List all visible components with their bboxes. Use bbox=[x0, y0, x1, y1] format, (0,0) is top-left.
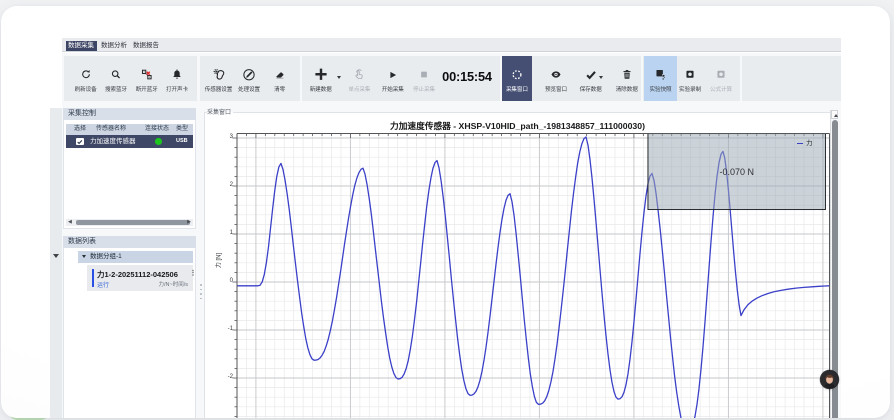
toolbar-button-label: 新建数据 bbox=[302, 87, 340, 94]
column-select: 选择 bbox=[74, 124, 86, 135]
zero-adjust-button[interactable]: 清零 bbox=[265, 56, 295, 101]
toolbar-button-label: 采集窗口 bbox=[498, 87, 536, 94]
sensor-table-row[interactable]: 力加速度传感器 USB bbox=[66, 135, 193, 149]
data-group-row[interactable]: 数据分组-1 bbox=[78, 251, 193, 263]
toolbar-button-label: 预览窗口 bbox=[537, 87, 575, 94]
toolbar-button-label: 公式计算 bbox=[702, 87, 740, 94]
sidebar-collapse-strip[interactable] bbox=[50, 108, 62, 418]
formula-calc-button[interactable]: 公式计算 bbox=[706, 56, 736, 101]
item-menu-icon[interactable]: ⋮ bbox=[190, 269, 197, 277]
preview-window-button[interactable]: 预览窗口 bbox=[541, 56, 571, 101]
vscroll-up-button[interactable] bbox=[831, 110, 838, 119]
bell-icon bbox=[172, 69, 183, 80]
sidebar-collapse-arrow-icon[interactable] bbox=[53, 254, 59, 258]
toolbar-button-label: 打开声卡 bbox=[158, 87, 196, 94]
process-icon bbox=[242, 68, 256, 82]
main-tab-bar: 数据采集数据分析数据报告 bbox=[62, 38, 841, 52]
search-icon bbox=[111, 69, 122, 80]
plus-icon bbox=[313, 67, 328, 82]
column-sensor-name: 传感器名称 bbox=[96, 124, 126, 135]
stop-icon bbox=[421, 71, 428, 78]
hscroll-right-arrow-icon[interactable]: ▶ bbox=[187, 220, 191, 225]
vscroll-up-arrow-icon bbox=[834, 114, 838, 117]
toolbar-button-label: 单点采集 bbox=[340, 87, 378, 94]
data-list-item[interactable]: 力1-2-20251112-042506 ⋮ 运行 力/N~时间/s bbox=[87, 265, 193, 292]
toolbar-button-label: 停止采集 bbox=[405, 87, 443, 94]
marquee-icon bbox=[511, 69, 523, 81]
tab-data-report[interactable]: 数据报告 bbox=[131, 41, 162, 51]
check-icon bbox=[585, 69, 597, 81]
search-bluetooth-button[interactable]: 搜索蓝牙 bbox=[101, 56, 131, 101]
sensor-table-hscrollbar[interactable]: ◀ ▶ bbox=[66, 219, 193, 226]
group-expand-arrow-icon[interactable] bbox=[82, 255, 86, 258]
dropdown-caret-icon[interactable] bbox=[599, 76, 603, 79]
connection-status-dot bbox=[155, 138, 162, 145]
chart-y-axis-label: 力 [N] bbox=[214, 240, 223, 282]
tap-icon bbox=[353, 68, 366, 81]
eraser-icon bbox=[274, 69, 285, 80]
play-icon bbox=[389, 71, 397, 79]
data-item-title: 力1-2-20251112-042506 bbox=[97, 269, 178, 280]
start-acquire-button[interactable]: 开始采集 bbox=[378, 56, 408, 101]
sensor-settings-button[interactable]: 传感器设置 bbox=[204, 56, 234, 101]
stop-acquire-button[interactable]: 停止采集 bbox=[409, 56, 439, 101]
acquisition-timer: 00:15:54 bbox=[441, 69, 493, 84]
snapshot-icon bbox=[654, 68, 667, 81]
sensor-type: USB bbox=[176, 135, 188, 149]
cursor-value-readout: -0.070 N bbox=[720, 167, 755, 177]
legend-line-swatch bbox=[797, 143, 804, 145]
acquisition-control-header: 采集控制 bbox=[63, 108, 196, 120]
refresh-devices-button[interactable]: 刷新设备 bbox=[71, 56, 101, 101]
panel-splitter-grip[interactable] bbox=[200, 293, 202, 295]
sensor-name: 力加速度传感器 bbox=[90, 135, 136, 149]
experiment-snapshot-button[interactable]: 实验快照 bbox=[644, 56, 677, 101]
open-soundcard-button[interactable]: 打开声卡 bbox=[162, 56, 192, 101]
toolbar-group-5 bbox=[742, 56, 842, 101]
disconnect-icon bbox=[141, 69, 153, 81]
tab-data-analysis[interactable]: 数据分析 bbox=[99, 41, 130, 51]
refresh-icon bbox=[80, 69, 91, 80]
item-run-link[interactable]: 运行 bbox=[97, 280, 109, 289]
item-accent-bar bbox=[92, 269, 94, 288]
eye-icon bbox=[551, 69, 562, 80]
toolbar-button-label: 清除数据 bbox=[608, 87, 646, 94]
acquire-window-button[interactable]: 采集窗口 bbox=[502, 56, 533, 101]
new-data-button[interactable]: 新建数据 bbox=[306, 56, 336, 101]
toolbar-button-label: 清零 bbox=[261, 87, 299, 94]
record-icon bbox=[685, 69, 696, 80]
process-settings-button[interactable]: 处理设置 bbox=[234, 56, 264, 101]
single-point-acquire-button[interactable]: 单点采集 bbox=[344, 56, 374, 101]
clear-data-button[interactable]: 清除数据 bbox=[612, 56, 642, 101]
disconnect-bluetooth-button[interactable]: 断开蓝牙 bbox=[132, 56, 162, 101]
column-connection-status: 连接状态 bbox=[145, 124, 169, 135]
hscroll-thumb[interactable] bbox=[76, 220, 190, 224]
sensor-checkbox[interactable] bbox=[76, 138, 84, 146]
dropdown-caret-icon[interactable] bbox=[337, 76, 341, 79]
chart-frame-label: 采集窗口 bbox=[207, 107, 231, 116]
item-axes-label: 力/N~时间/s bbox=[159, 280, 189, 288]
data-group-label: 数据分组-1 bbox=[90, 251, 122, 263]
panel-splitter-grip[interactable] bbox=[200, 284, 202, 286]
sensor-icon bbox=[212, 68, 226, 82]
page-content: 数据采集数据分析数据报告 刷新设备搜索蓝牙断开蓝牙打开声卡传感器设置处理设置清零… bbox=[1, 6, 890, 418]
sensor-table-header: 选择 传感器名称 连接状态 类型 bbox=[66, 124, 193, 135]
hscroll-left-arrow-icon[interactable]: ◀ bbox=[68, 220, 72, 225]
app-window: 数据采集数据分析数据报告 刷新设备搜索蓝牙断开蓝牙打开声卡传感器设置处理设置清零… bbox=[1, 6, 890, 418]
assistant-avatar[interactable] bbox=[821, 371, 838, 388]
data-list-header: 数据列表 bbox=[63, 236, 196, 248]
formula-icon bbox=[716, 69, 727, 80]
trash-icon bbox=[621, 69, 632, 80]
tab-data-acquisition[interactable]: 数据采集 bbox=[66, 41, 97, 51]
experiment-record-button[interactable]: 实验录制 bbox=[675, 56, 705, 101]
legend-series-label: 力 bbox=[806, 140, 813, 147]
toolbar-button-label: 保存数据 bbox=[572, 87, 610, 94]
